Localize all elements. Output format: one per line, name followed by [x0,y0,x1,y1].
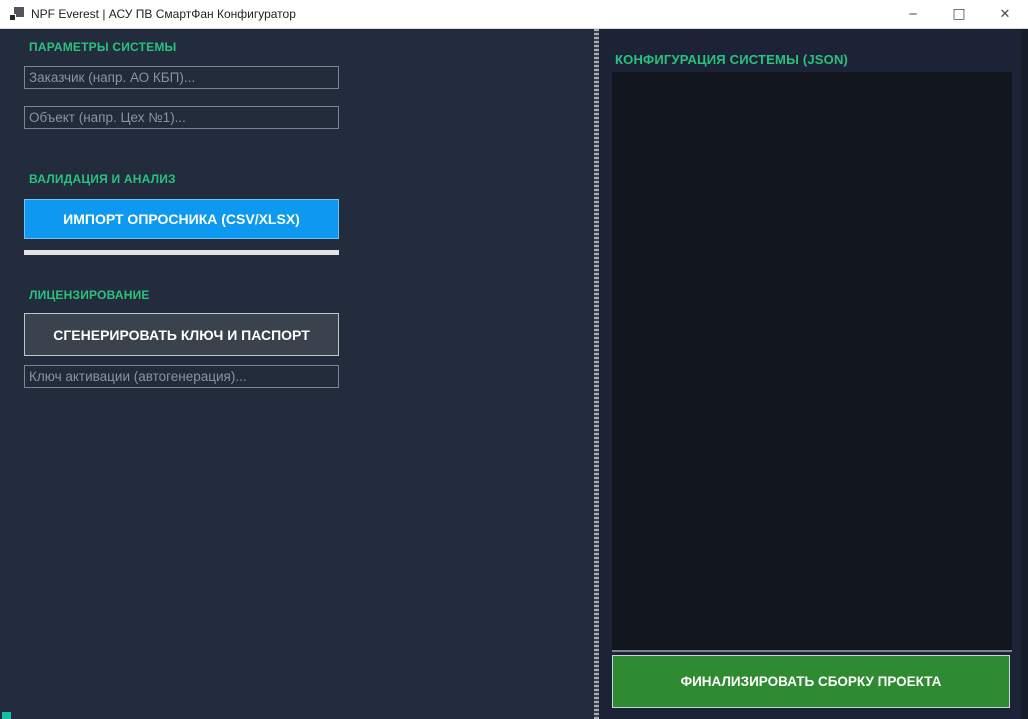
minimize-icon[interactable]: ─ [890,0,936,28]
maximize-icon[interactable]: □ [936,0,982,28]
generate-key-button[interactable]: СГЕНЕРИРОВАТЬ КЛЮЧ И ПАСПОРТ [24,313,339,356]
object-input[interactable] [24,106,339,129]
json-config-heading: КОНФИГУРАЦИЯ СИСТЕМЫ (JSON) [615,52,849,67]
license-section-heading: ЛИЦЕНЗИРОВАНИЕ [29,288,150,302]
import-progress-bar [24,250,339,255]
app-window: NPF Everest | АСУ ПВ СмартФан Конфигурат… [0,0,1028,719]
window-title: NPF Everest | АСУ ПВ СмартФан Конфигурат… [31,7,296,21]
activation-key-input[interactable] [24,365,339,388]
customer-input[interactable] [24,66,339,89]
window-right-edge [1021,29,1028,719]
close-icon[interactable]: ✕ [982,0,1028,28]
validation-section-heading: ВАЛИДАЦИЯ И АНАЛИЗ [29,172,176,186]
finalize-build-button[interactable]: ФИНАЛИЗИРОВАТЬ СБОРКУ ПРОЕКТА [612,655,1010,708]
app-icon [9,7,24,21]
json-config-editor[interactable] [612,72,1012,652]
import-questionnaire-button[interactable]: ИМПОРТ ОПРОСНИКА (CSV/XLSX) [24,199,339,239]
app-icon-front-square [9,14,16,21]
right-panel: КОНФИГУРАЦИЯ СИСТЕМЫ (JSON) ФИНАЛИЗИРОВА… [599,29,1021,719]
params-section-heading: ПАРАМЕТРЫ СИСТЕМЫ [29,40,177,54]
window-controls: ─ □ ✕ [890,0,1028,28]
titlebar: NPF Everest | АСУ ПВ СмартФан Конфигурат… [0,0,1028,29]
taskbar-icon-fragment [2,712,11,719]
